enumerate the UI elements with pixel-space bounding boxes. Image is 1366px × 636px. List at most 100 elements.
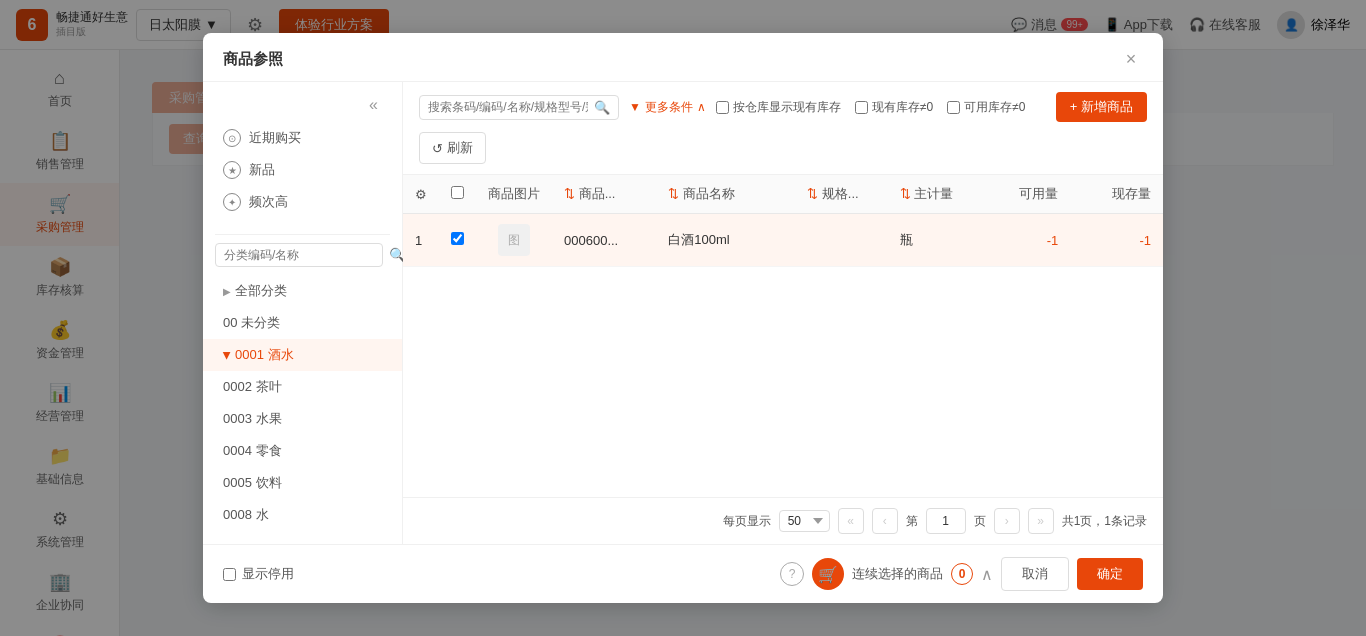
- row-unit: 瓶: [888, 214, 978, 267]
- category-item-all[interactable]: ▶ 全部分类: [203, 275, 402, 307]
- sort-icon-spec: ⇅: [807, 186, 818, 201]
- product-search-box: 🔍: [419, 95, 619, 120]
- product-reference-modal: 商品参照 × « ⊙ 近期购买 ★ 新品: [203, 33, 1163, 603]
- page-number-input[interactable]: [926, 508, 966, 534]
- quick-item-frequent[interactable]: ✦ 频次高: [215, 186, 390, 218]
- category-item-0003[interactable]: 0003 水果: [203, 403, 402, 435]
- category-search-input[interactable]: [215, 243, 383, 267]
- show-disabled-checkbox[interactable]: 显示停用: [223, 565, 294, 583]
- last-page-button[interactable]: »: [1028, 508, 1054, 534]
- th-stock: 现存量: [1070, 175, 1163, 214]
- row-available: -1: [978, 214, 1071, 267]
- collapse-cart-button[interactable]: ∧: [981, 565, 993, 584]
- recent-icon: ⊙: [223, 129, 241, 147]
- modal-overlay: 商品参照 × « ⊙ 近期购买 ★ 新品: [0, 0, 1366, 636]
- page-size-select[interactable]: 50 10 20 100: [779, 510, 830, 532]
- category-search-row: 🔍: [203, 243, 402, 267]
- new-icon: ★: [223, 161, 241, 179]
- right-panel: 🔍 ▼ 更多条件 ∧ 按仓库显示现有库存 现: [403, 82, 1163, 544]
- category-list: ▶ 全部分类 00 未分类 ▶ 0001 酒水 0002 茶叶 0003 水果: [203, 275, 402, 534]
- filter-icon: ▼: [629, 100, 641, 114]
- table-header-row: ⚙ 商品图片 ⇅ 商品...: [403, 175, 1163, 214]
- th-available: 可用量: [978, 175, 1071, 214]
- modal-footer: 显示停用 ? 🛒 连续选择的商品 0 ∧ 取消 确定: [203, 544, 1163, 603]
- product-search-input[interactable]: [428, 100, 588, 114]
- prev-page-button[interactable]: ‹: [872, 508, 898, 534]
- quick-item-new[interactable]: ★ 新品: [215, 154, 390, 186]
- sort-icon-code: ⇅: [564, 186, 575, 201]
- category-item-0008[interactable]: 0008 水: [203, 499, 402, 531]
- modal-body: « ⊙ 近期购买 ★ 新品 ✦ 频次高: [203, 82, 1163, 544]
- row-stock: -1: [1070, 214, 1163, 267]
- row-spec: [795, 214, 888, 267]
- th-checkbox: [439, 175, 476, 214]
- category-item-0004[interactable]: 0004 零食: [203, 435, 402, 467]
- checkbox-by-warehouse-input[interactable]: [716, 101, 729, 114]
- confirm-button[interactable]: 确定: [1077, 558, 1143, 590]
- th-image: 商品图片: [476, 175, 552, 214]
- cart-area: 🛒 连续选择的商品 0 ∧: [812, 558, 993, 590]
- divider: [215, 234, 390, 235]
- cart-icon[interactable]: 🛒: [812, 558, 844, 590]
- arrow-icon-all: ▶: [223, 286, 231, 297]
- checkbox-available[interactable]: 可用库存≠0: [947, 99, 1025, 116]
- row-checkbox[interactable]: [439, 214, 476, 267]
- continuous-select-label: 连续选择的商品: [852, 565, 943, 583]
- product-table: ⚙ 商品图片 ⇅ 商品...: [403, 175, 1163, 267]
- search-glass-icon: 🔍: [594, 100, 610, 115]
- checkbox-available-input[interactable]: [947, 101, 960, 114]
- category-item-0001[interactable]: ▶ 0001 酒水: [203, 339, 402, 371]
- category-item-0002[interactable]: 0002 茶叶: [203, 371, 402, 403]
- row-index: 1: [403, 214, 439, 267]
- th-name[interactable]: ⇅ 商品名称: [656, 175, 795, 214]
- category-item-0005[interactable]: 0005 饮料: [203, 467, 402, 499]
- category-item-0010[interactable]: 0010 家电: [203, 531, 402, 534]
- checkbox-by-warehouse[interactable]: 按仓库显示现有库存: [716, 99, 841, 116]
- modal-header: 商品参照 ×: [203, 33, 1163, 82]
- page-size-label: 每页显示: [723, 513, 771, 530]
- modal-title: 商品参照: [223, 50, 283, 69]
- page-label: 第: [906, 513, 918, 530]
- add-product-button[interactable]: + 新增商品: [1056, 92, 1147, 122]
- select-all-checkbox[interactable]: [451, 186, 464, 199]
- cancel-button[interactable]: 取消: [1001, 557, 1069, 591]
- th-settings[interactable]: ⚙: [403, 175, 439, 214]
- row-check-input[interactable]: [451, 232, 464, 245]
- checkbox-has-stock[interactable]: 现有库存≠0: [855, 99, 933, 116]
- quick-access: « ⊙ 近期购买 ★ 新品 ✦ 频次高: [203, 92, 402, 218]
- pagination-bar: 每页显示 50 10 20 100 « ‹ 第 页 › » 共1页，1条记录: [403, 497, 1163, 544]
- product-image-placeholder: 图: [498, 224, 530, 256]
- collapse-left-button[interactable]: «: [365, 92, 382, 118]
- refresh-button[interactable]: ↺ 刷新: [419, 132, 486, 164]
- row-name: 白酒100ml: [656, 214, 795, 267]
- row-image: 图: [476, 214, 552, 267]
- frequent-icon: ✦: [223, 193, 241, 211]
- arrow-icon-0001: ▶: [222, 351, 233, 359]
- page-suffix: 页: [974, 513, 986, 530]
- th-code[interactable]: ⇅ 商品...: [552, 175, 656, 214]
- table-row[interactable]: 1 图 000600... 白酒100ml 瓶: [403, 214, 1163, 267]
- filter-bar: 🔍 ▼ 更多条件 ∧ 按仓库显示现有库存 现: [403, 82, 1163, 175]
- chevron-up-icon: ∧: [697, 100, 706, 114]
- product-table-container: ⚙ 商品图片 ⇅ 商品...: [403, 175, 1163, 497]
- footer-actions: ? 🛒 连续选择的商品 0 ∧ 取消 确定: [780, 557, 1143, 591]
- quick-item-recent[interactable]: ⊙ 近期购买: [215, 122, 390, 154]
- category-item-00[interactable]: 00 未分类: [203, 307, 402, 339]
- total-info: 共1页，1条记录: [1062, 513, 1147, 530]
- more-conditions-button[interactable]: ▼ 更多条件 ∧: [629, 99, 706, 116]
- checkbox-group: 按仓库显示现有库存 现有库存≠0 可用库存≠0: [716, 99, 1026, 116]
- th-unit[interactable]: ⇅ 主计量: [888, 175, 978, 214]
- modal-close-button[interactable]: ×: [1119, 47, 1143, 71]
- checkbox-has-stock-input[interactable]: [855, 101, 868, 114]
- show-disabled-input[interactable]: [223, 568, 236, 581]
- first-page-button[interactable]: «: [838, 508, 864, 534]
- cart-count: 0: [951, 563, 973, 585]
- sort-icon-unit: ⇅: [900, 186, 911, 201]
- th-spec[interactable]: ⇅ 规格...: [795, 175, 888, 214]
- next-page-button[interactable]: ›: [994, 508, 1020, 534]
- help-button[interactable]: ?: [780, 562, 804, 586]
- row-code: 000600...: [552, 214, 656, 267]
- sort-icon-name: ⇅: [668, 186, 679, 201]
- left-panel: « ⊙ 近期购买 ★ 新品 ✦ 频次高: [203, 82, 403, 544]
- refresh-icon: ↺: [432, 141, 443, 156]
